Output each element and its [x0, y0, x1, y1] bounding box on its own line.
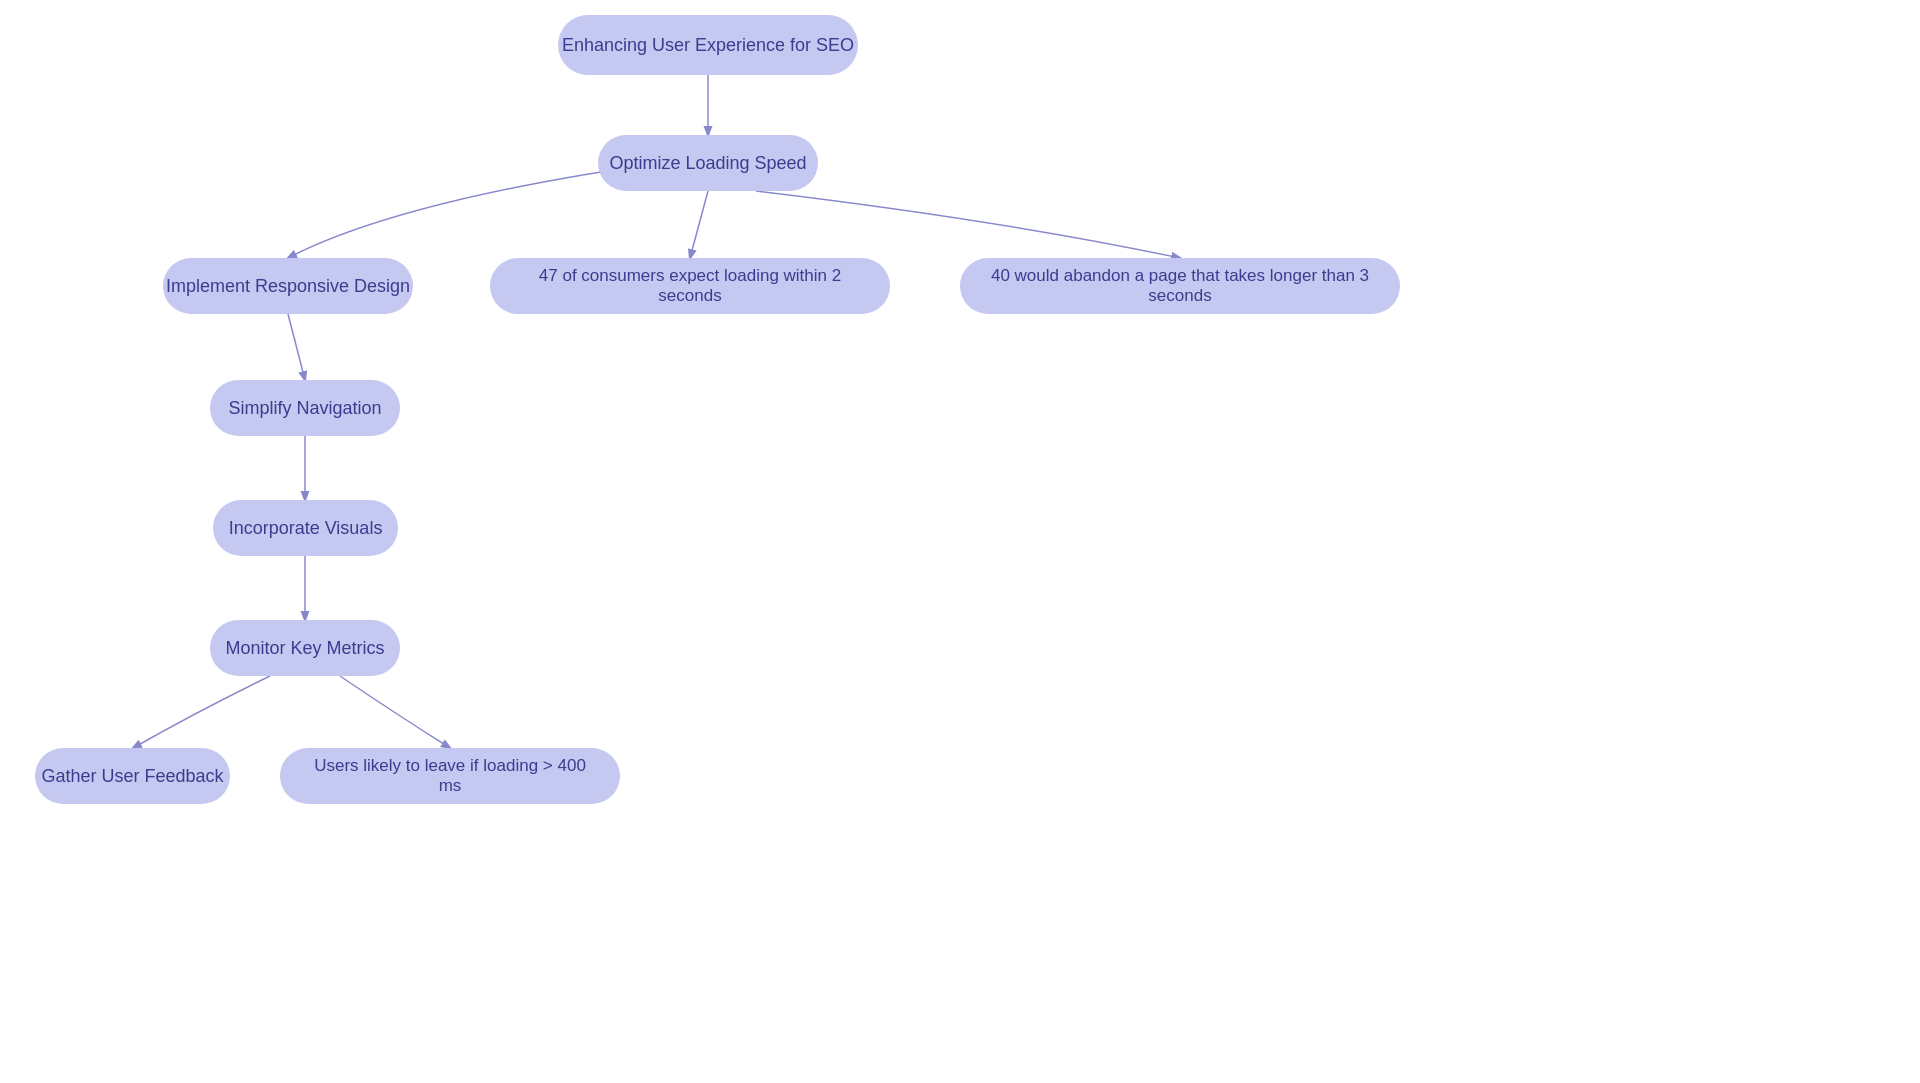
simplify-node: Simplify Navigation — [210, 380, 400, 436]
optimize-node: Optimize Loading Speed — [598, 135, 818, 191]
metrics-node: Monitor Key Metrics — [210, 620, 400, 676]
responsive-node: Implement Responsive Design — [163, 258, 413, 314]
visuals-node: Incorporate Visuals — [213, 500, 398, 556]
svg-line-1 — [690, 191, 708, 258]
svg-line-2 — [288, 314, 305, 380]
feedback-node: Gather User Feedback — [35, 748, 230, 804]
root-node: Enhancing User Experience for SEO — [558, 15, 858, 75]
stat1-node: 47 of consumers expect loading within 2 … — [490, 258, 890, 314]
diagram-container: Enhancing User Experience for SEO Optimi… — [0, 0, 1920, 1083]
stat2-node: 40 would abandon a page that takes longe… — [960, 258, 1400, 314]
loading-node: Users likely to leave if loading > 400 m… — [280, 748, 620, 804]
